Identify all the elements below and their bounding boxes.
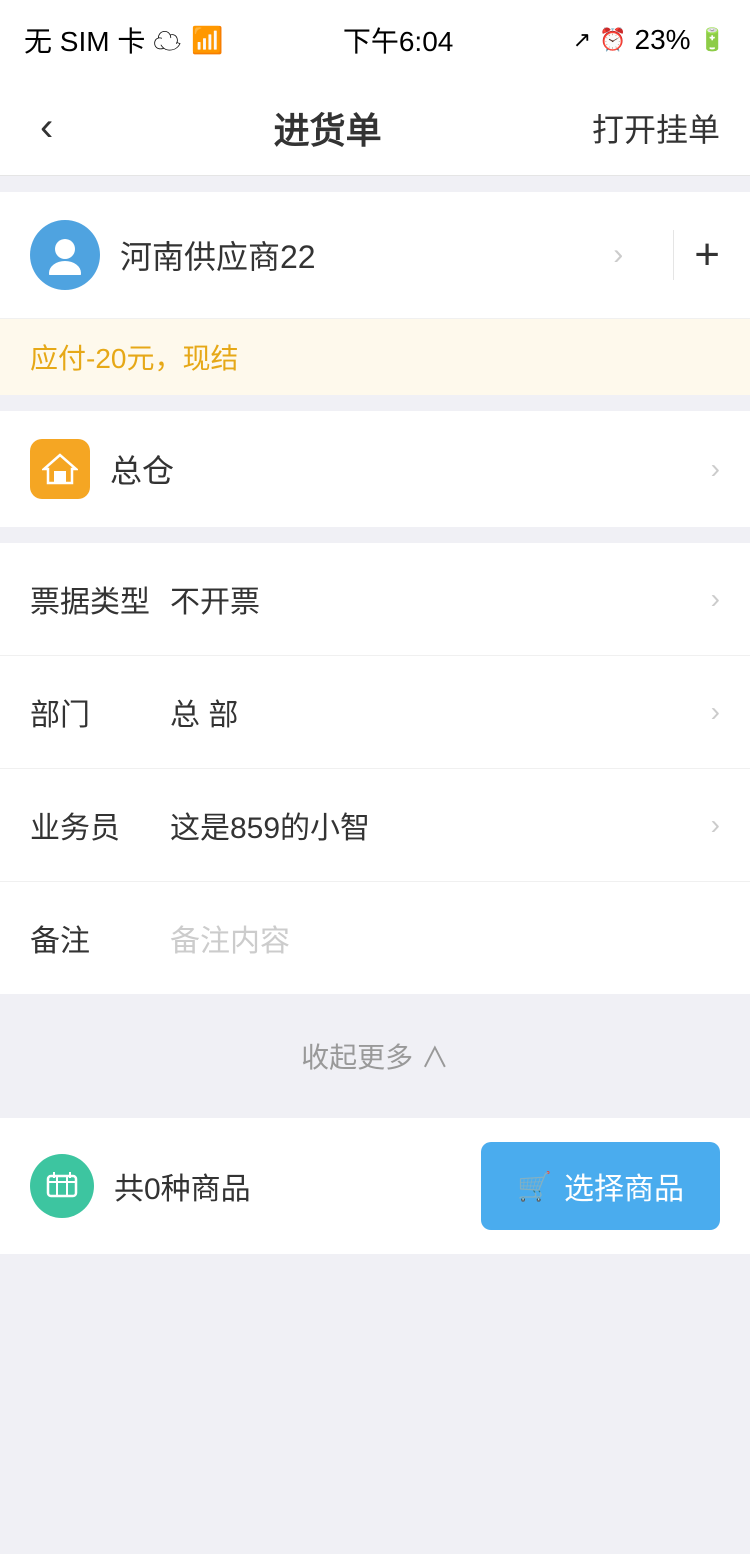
select-icon: 🛒 [517,1170,552,1203]
supplier-avatar [30,220,100,290]
alarm-icon: ⏰ [599,27,626,53]
supplier-notice: 应付-20元，现结 [0,319,750,395]
invoice-type-row[interactable]: 票据类型 不开票 › [0,543,750,656]
battery-label: 23% [635,24,691,56]
form-card: 票据类型 不开票 › 部门 总 部 › 业务员 这是859的小智 › 备注 备注… [0,543,750,994]
warehouse-chevron-icon: › [711,453,720,485]
salesperson-value: 这是859的小智 [170,803,711,847]
goods-icon [30,1154,94,1218]
invoice-type-value: 不开票 [170,577,711,621]
invoice-type-chevron-icon: › [711,583,720,615]
collapse-label: 收起更多 ∧ [301,1036,449,1076]
salesperson-label: 业务员 [30,803,170,847]
warehouse-card: 总仓 › [0,411,750,527]
bottom-bar: 共0种商品 🛒 选择商品 [0,1118,750,1254]
location-icon: ↗ [573,27,591,53]
supplier-chevron-icon: › [613,238,623,272]
department-label: 部门 [30,690,170,734]
collapse-button[interactable]: 收起更多 ∧ [0,1010,750,1102]
background-fill [0,1254,750,1554]
salesperson-row[interactable]: 业务员 这是859的小智 › [0,769,750,882]
department-value: 总 部 [170,690,711,734]
supplier-row[interactable]: 河南供应商22 › + [0,192,750,319]
sim-status: 无 SIM 卡 ☁ [24,20,181,60]
supplier-card: 河南供应商22 › + 应付-20元，现结 [0,192,750,395]
cart-icon [44,1168,80,1204]
status-time: 下午6:04 [343,20,454,60]
house-icon [42,451,78,487]
wifi-icon: 📶 [191,25,223,56]
status-bar: 无 SIM 卡 ☁ 📶 下午6:04 ↗ ⏰ 23% 🔋 [0,0,750,80]
page-title: 进货单 [274,102,382,154]
vertical-divider [673,230,674,280]
select-goods-label: 选择商品 [564,1164,684,1208]
remark-label: 备注 [30,916,170,960]
select-goods-button[interactable]: 🛒 选择商品 [481,1142,720,1230]
warehouse-icon [30,439,90,499]
open-pending-button[interactable]: 打开挂单 [592,105,720,151]
battery-icon: 🔋 [699,27,726,53]
back-button[interactable]: ‹ [30,95,63,160]
remark-row[interactable]: 备注 备注内容 [0,882,750,994]
remark-input[interactable]: 备注内容 [170,916,720,960]
salesperson-chevron-icon: › [711,809,720,841]
status-right: ↗ ⏰ 23% 🔋 [573,24,726,56]
supplier-name: 河南供应商22 [120,232,613,278]
person-icon [45,235,85,275]
invoice-type-label: 票据类型 [30,577,170,621]
department-row[interactable]: 部门 总 部 › [0,656,750,769]
status-left: 无 SIM 卡 ☁ 📶 [24,20,224,60]
warehouse-name: 总仓 [110,446,711,492]
warehouse-row[interactable]: 总仓 › [0,411,750,527]
nav-bar: ‹ 进货单 打开挂单 [0,80,750,176]
department-chevron-icon: › [711,696,720,728]
content-area: 河南供应商22 › + 应付-20元，现结 总仓 › 票据类型 不开票 › [0,192,750,1554]
goods-count: 共0种商品 [114,1164,481,1208]
add-supplier-button[interactable]: + [694,233,720,277]
